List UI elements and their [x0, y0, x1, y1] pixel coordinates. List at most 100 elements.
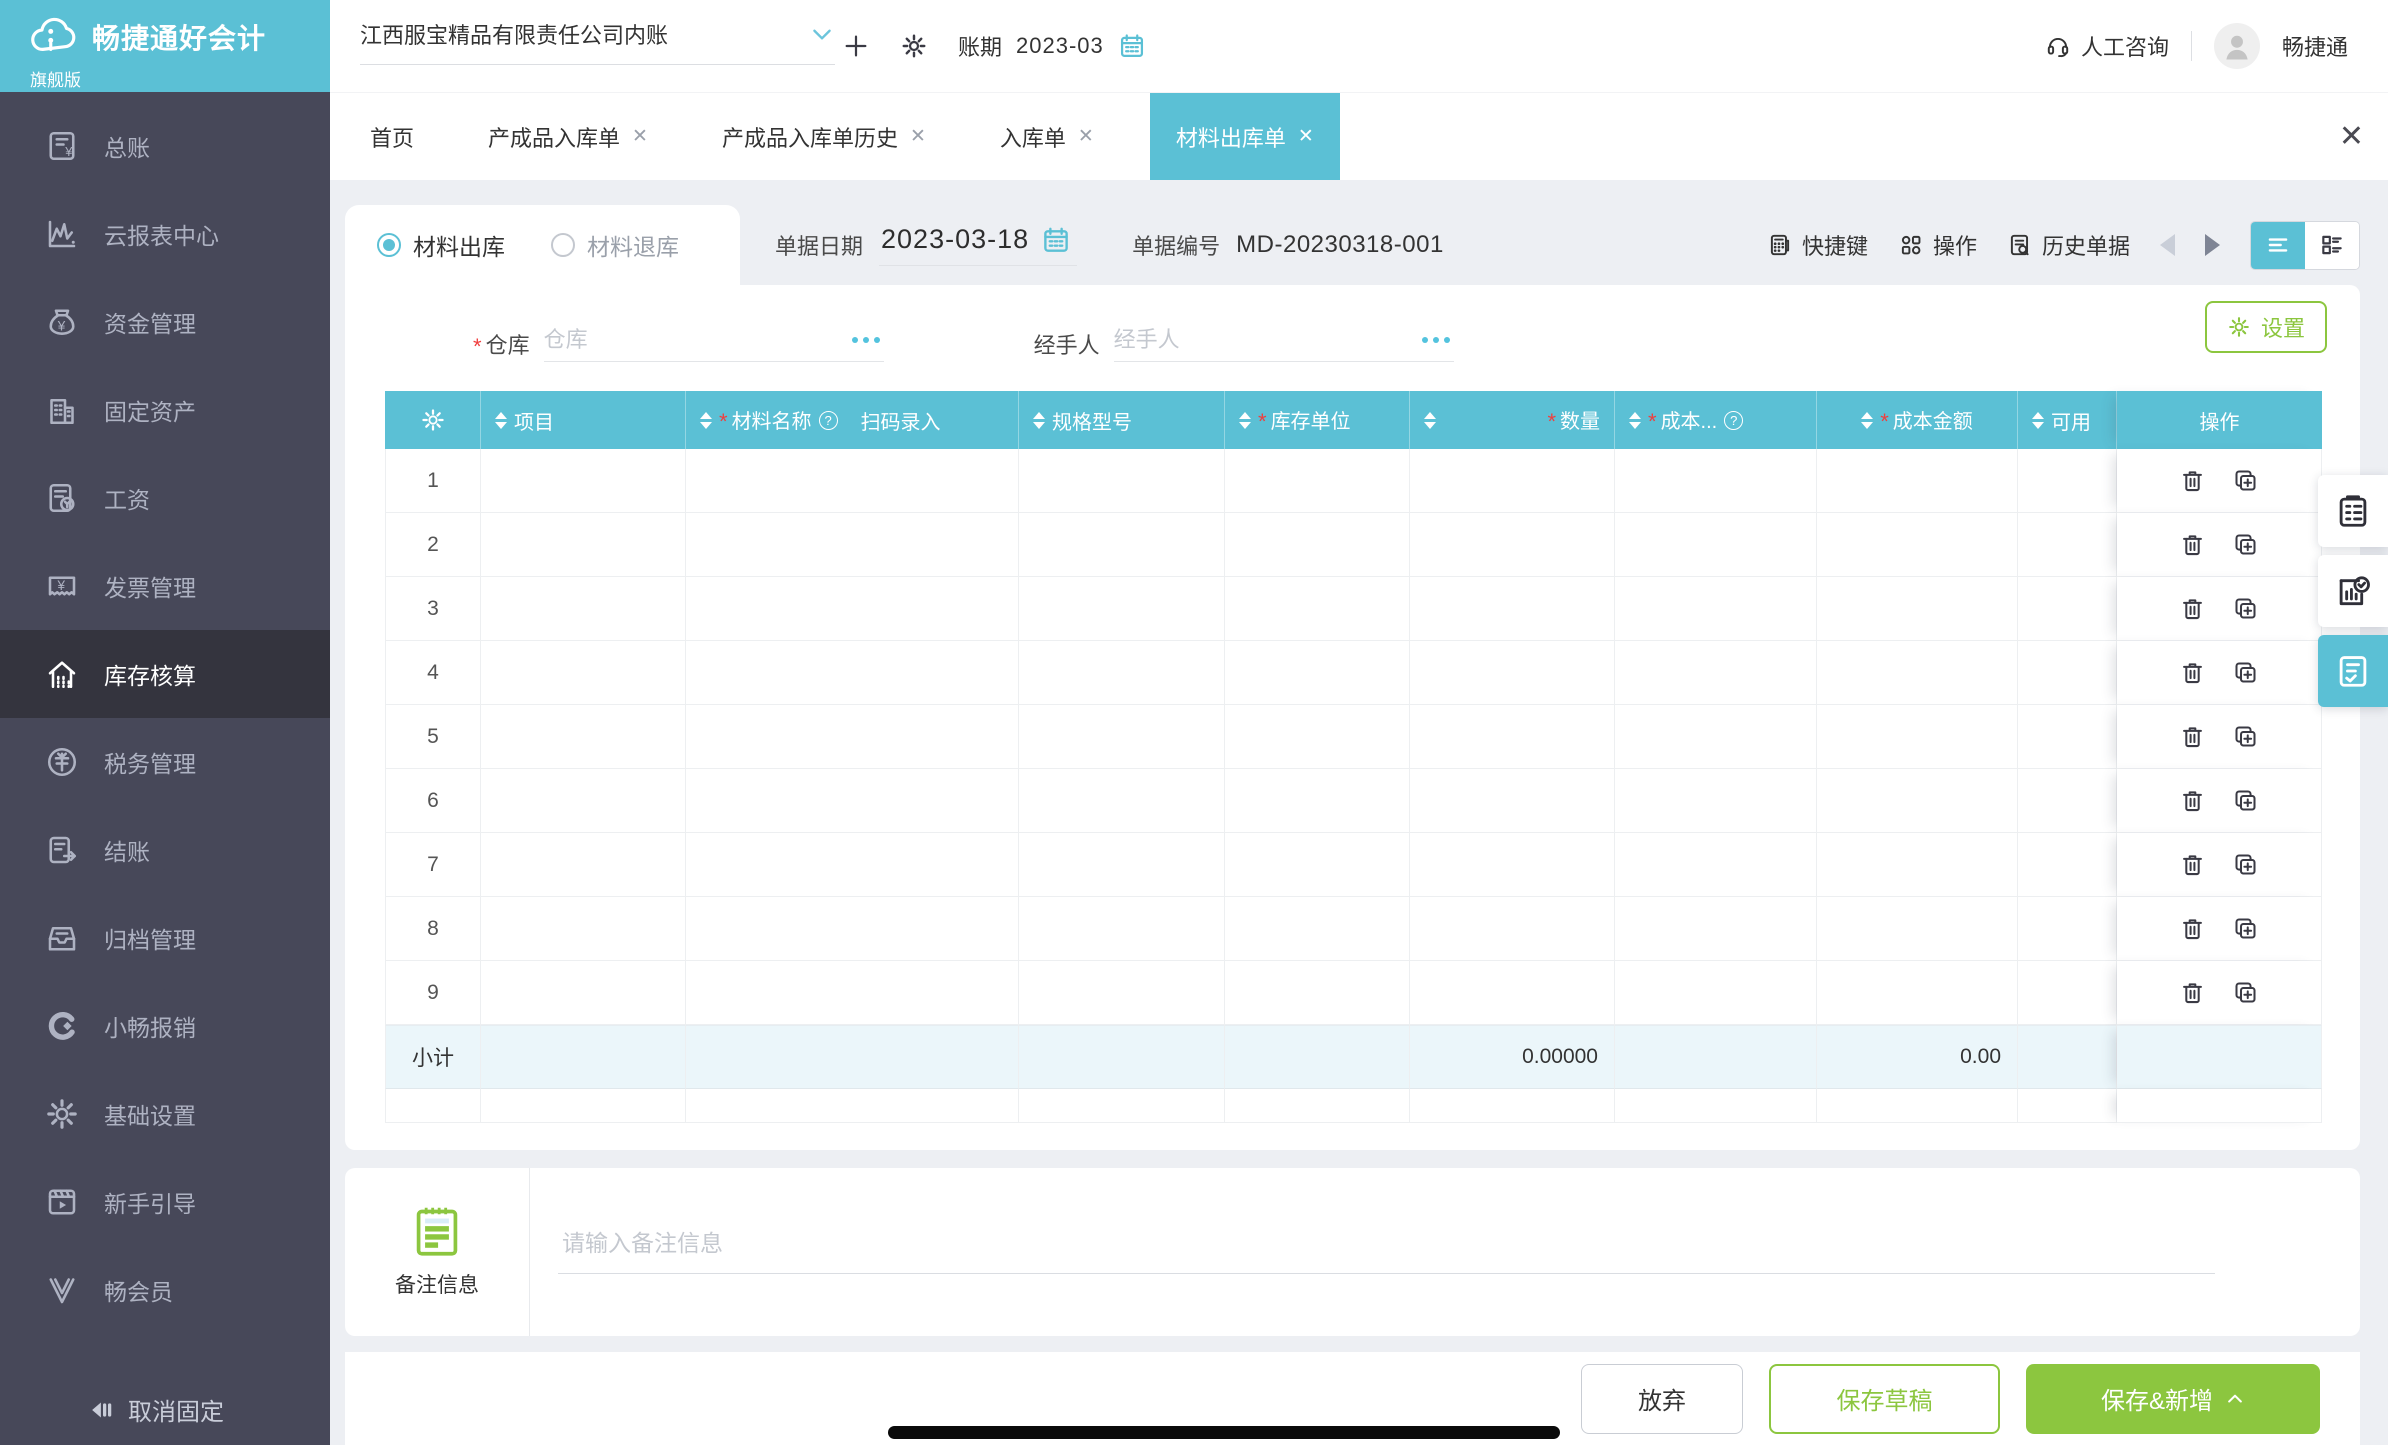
delete-row-button[interactable]: [2179, 595, 2206, 622]
grid-cell-material[interactable]: [686, 577, 1019, 641]
column-material-name[interactable]: 材料名称 扫码录入: [686, 391, 1019, 449]
column-stock-unit[interactable]: 库存单位: [1225, 391, 1410, 449]
sidebar-item-reimburse[interactable]: 小畅报销: [0, 982, 330, 1070]
sort-icon[interactable]: [1861, 412, 1873, 429]
grid-cell-material[interactable]: [686, 897, 1019, 961]
delete-row-button[interactable]: [2179, 723, 2206, 750]
sidebar-item-cloud-reports[interactable]: 云报表中心: [0, 190, 330, 278]
grid-cell-amount[interactable]: [1817, 513, 2018, 577]
grid-cell-amount[interactable]: [1817, 641, 2018, 705]
copy-row-button[interactable]: [2232, 723, 2259, 750]
tab-close-icon[interactable]: ✕: [1298, 127, 1314, 146]
grid-cell-spec[interactable]: [1019, 449, 1225, 513]
grid-cell-available[interactable]: [2018, 513, 2117, 577]
sidebar-item-closing[interactable]: 结账: [0, 806, 330, 894]
sidebar-item-funds[interactable]: 资金管理: [0, 278, 330, 366]
grid-cell-project[interactable]: [481, 897, 686, 961]
delete-row-button[interactable]: [2179, 787, 2206, 814]
company-selector[interactable]: 江西服宝精品有限责任公司内账: [360, 18, 835, 65]
grid-settings-button[interactable]: 设置: [2204, 301, 2327, 353]
tab-inbound-order[interactable]: 入库单 ✕: [974, 93, 1120, 180]
grid-cell-unit[interactable]: [1225, 641, 1410, 705]
grid-cell-available[interactable]: [2018, 577, 2117, 641]
grid-cell-unit-cost[interactable]: [1615, 897, 1817, 961]
grid-cell-unit[interactable]: [1225, 449, 1410, 513]
support-button[interactable]: 人工咨询: [2045, 30, 2169, 62]
warehouse-picker-icon[interactable]: [848, 336, 884, 343]
grid-cell-material[interactable]: [686, 769, 1019, 833]
grid-cell-amount[interactable]: [1817, 961, 2018, 1025]
column-project[interactable]: 项目: [481, 391, 686, 449]
discard-button[interactable]: 放弃: [1581, 1363, 1743, 1434]
grid-cell-unit[interactable]: [1225, 897, 1410, 961]
grid-cell-project[interactable]: [481, 961, 686, 1025]
grid-cell-unit-cost[interactable]: [1615, 769, 1817, 833]
sidebar-item-general-ledger[interactable]: 总账: [0, 102, 330, 190]
column-quantity[interactable]: 数量: [1410, 391, 1615, 449]
grid-cell-unit[interactable]: [1225, 833, 1410, 897]
tab-finished-goods-inbound-history[interactable]: 产成品入库单历史 ✕: [696, 93, 952, 180]
item-list-panel-button[interactable]: [2318, 475, 2388, 547]
sort-icon[interactable]: [1033, 412, 1045, 429]
grid-cell-quantity[interactable]: [1410, 961, 1615, 1025]
grid-cell-quantity[interactable]: [1410, 897, 1615, 961]
warehouse-input[interactable]: [543, 326, 848, 353]
grid-cell-quantity[interactable]: [1410, 833, 1615, 897]
column-unit-cost[interactable]: 成本...: [1615, 391, 1817, 449]
delete-row-button[interactable]: [2179, 979, 2206, 1006]
grid-cell-quantity[interactable]: [1410, 705, 1615, 769]
delete-row-button[interactable]: [2179, 659, 2206, 686]
grid-cell-available[interactable]: [2018, 641, 2117, 705]
grid-cell-unit[interactable]: [1225, 705, 1410, 769]
remarks-input[interactable]: [558, 1230, 2215, 1274]
grid-cell-unit[interactable]: [1225, 961, 1410, 1025]
grid-cell-available[interactable]: [2018, 769, 2117, 833]
report-check-panel-button[interactable]: [2318, 555, 2388, 627]
grid-cell-available[interactable]: [2018, 833, 2117, 897]
account-settings-button[interactable]: [900, 32, 928, 60]
grid-cell-material[interactable]: [686, 449, 1019, 513]
grid-cell-spec[interactable]: [1019, 769, 1225, 833]
sidebar-item-invoice[interactable]: 发票管理: [0, 542, 330, 630]
sort-icon[interactable]: [1239, 412, 1251, 429]
grid-cell-project[interactable]: [481, 705, 686, 769]
grid-cell-project[interactable]: [481, 577, 686, 641]
grid-cell-quantity[interactable]: [1410, 513, 1615, 577]
help-icon[interactable]: [818, 410, 838, 430]
grid-cell-unit-cost[interactable]: [1615, 833, 1817, 897]
grid-cell-quantity[interactable]: [1410, 641, 1615, 705]
new-account-button[interactable]: [842, 32, 870, 60]
tab-close-icon[interactable]: ✕: [632, 127, 648, 146]
copy-row-button[interactable]: [2232, 915, 2259, 942]
list-view-button[interactable]: [2251, 221, 2305, 269]
sidebar-item-fixed-assets[interactable]: 固定资产: [0, 366, 330, 454]
copy-row-button[interactable]: [2232, 851, 2259, 878]
grid-cell-spec[interactable]: [1019, 961, 1225, 1025]
grid-cell-available[interactable]: [2018, 449, 2117, 513]
tab-material-outbound[interactable]: 材料出库单 ✕: [1149, 93, 1340, 180]
grid-cell-spec[interactable]: [1019, 641, 1225, 705]
copy-row-button[interactable]: [2232, 531, 2259, 558]
scan-entry-link[interactable]: 扫码录入: [861, 406, 941, 435]
copy-row-button[interactable]: [2232, 467, 2259, 494]
grid-cell-spec[interactable]: [1019, 833, 1225, 897]
handler-picker-icon[interactable]: [1418, 336, 1454, 343]
radio-material-outbound[interactable]: 材料出库: [377, 228, 505, 262]
sidebar-item-settings[interactable]: 基础设置: [0, 1070, 330, 1158]
grid-cell-spec[interactable]: [1019, 705, 1225, 769]
column-cost-amount[interactable]: 成本金额: [1817, 391, 2018, 449]
document-panel-button[interactable]: [2318, 635, 2388, 707]
sort-icon[interactable]: [700, 412, 712, 429]
grid-cell-unit-cost[interactable]: [1615, 705, 1817, 769]
grid-cell-amount[interactable]: [1817, 833, 2018, 897]
tab-close-icon[interactable]: ✕: [1078, 127, 1094, 146]
grid-cell-quantity[interactable]: [1410, 769, 1615, 833]
grid-cell-unit[interactable]: [1225, 769, 1410, 833]
tab-finished-goods-inbound[interactable]: 产成品入库单 ✕: [462, 93, 674, 180]
copy-row-button[interactable]: [2232, 659, 2259, 686]
grid-cell-unit-cost[interactable]: [1615, 577, 1817, 641]
save-and-new-button[interactable]: 保存&新增: [2026, 1363, 2320, 1434]
copy-row-button[interactable]: [2232, 595, 2259, 622]
grid-cell-unit-cost[interactable]: [1615, 641, 1817, 705]
grid-cell-material[interactable]: [686, 641, 1019, 705]
